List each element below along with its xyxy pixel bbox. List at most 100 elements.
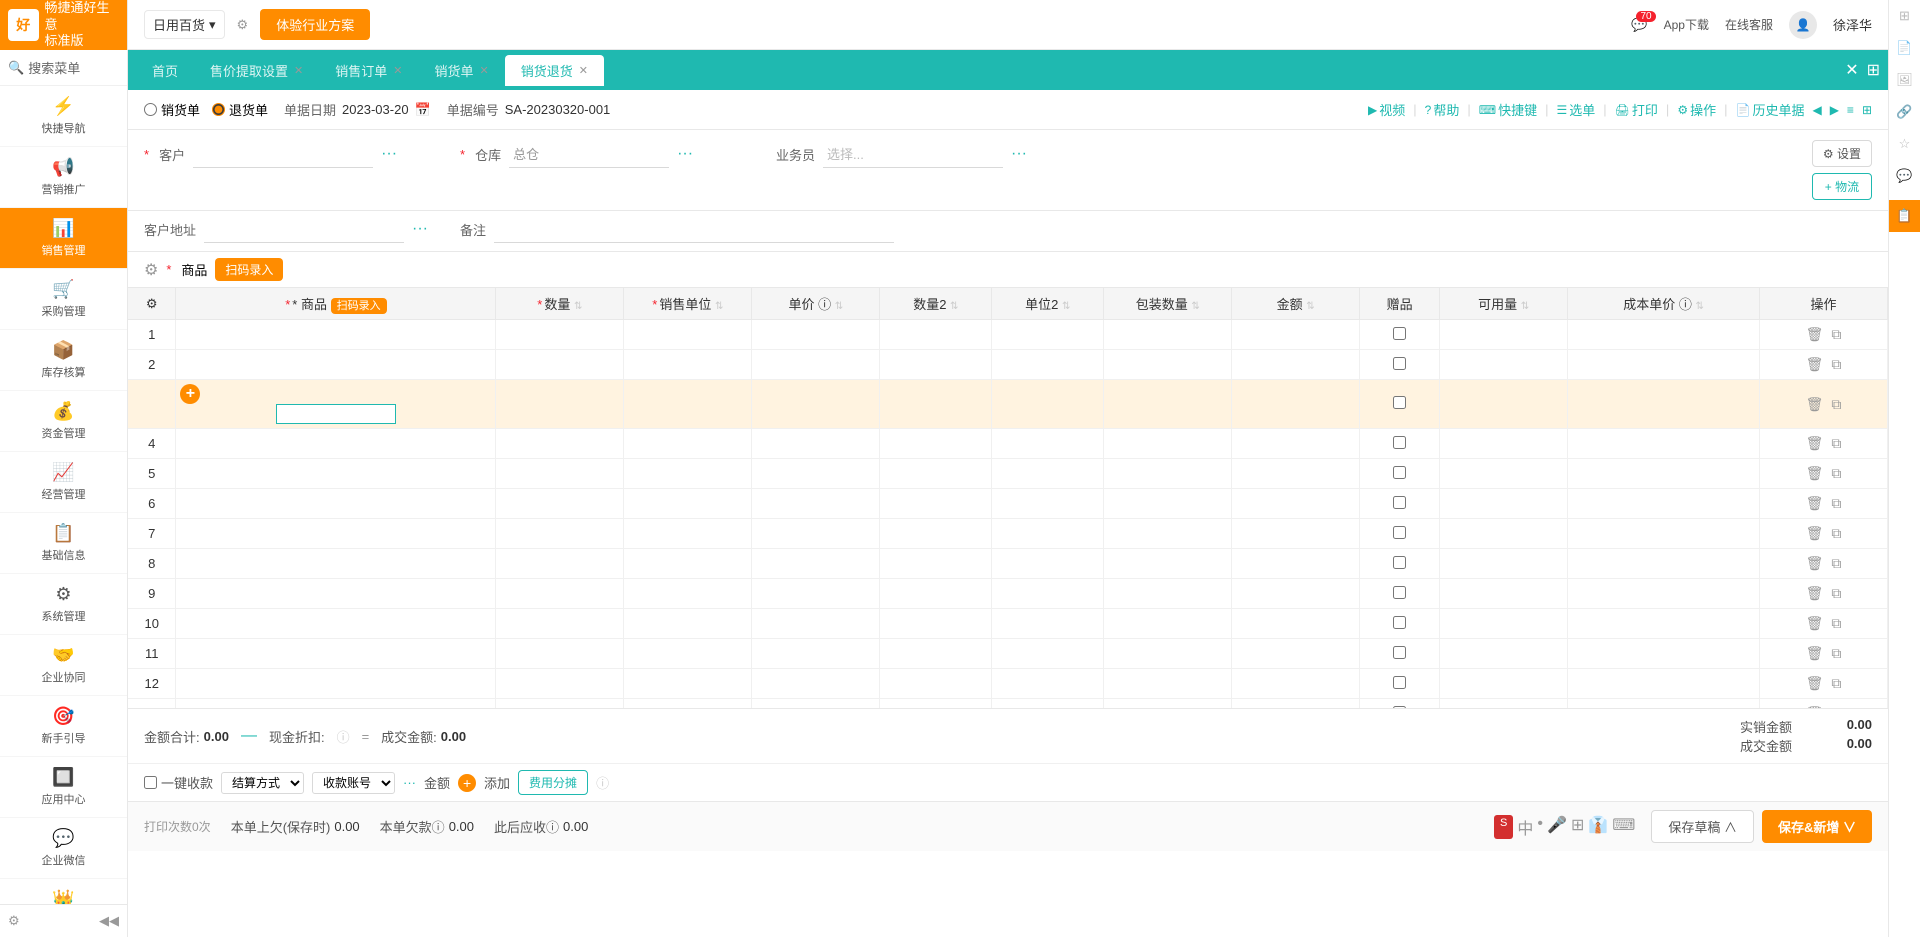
copy-row-6[interactable]: ⧉ <box>1831 495 1841 512</box>
packqty-cell-13[interactable] <box>1104 699 1232 709</box>
packqty-cell-4[interactable] <box>1104 429 1232 459</box>
available-cell-6[interactable] <box>1440 489 1568 519</box>
next-btn[interactable]: ▶ <box>1830 103 1839 117</box>
product-cell-6[interactable] <box>176 489 496 519</box>
one-click-payment[interactable]: 一键收款 <box>144 773 213 792</box>
calc-method-select[interactable]: 结算方式 <box>221 772 304 794</box>
price-cell-8[interactable] <box>752 549 880 579</box>
price-cell-5[interactable] <box>752 459 880 489</box>
price-cell-7[interactable] <box>752 519 880 549</box>
sidebar-search[interactable]: 🔍 搜索菜单 <box>0 50 127 86</box>
amount-cell-11[interactable] <box>1232 639 1360 669</box>
gift-cell-4[interactable] <box>1360 429 1440 459</box>
available-cell-12[interactable] <box>1440 669 1568 699</box>
qty-cell-4[interactable] <box>496 429 624 459</box>
unit2-cell-8[interactable] <box>992 549 1104 579</box>
product-cell-8[interactable] <box>176 549 496 579</box>
packqty-cell-8[interactable] <box>1104 549 1232 579</box>
shortcuts-link[interactable]: ⌨ 快捷键 <box>1479 100 1537 119</box>
amount-cell-12[interactable] <box>1232 669 1360 699</box>
gift-cell-8[interactable] <box>1360 549 1440 579</box>
sidebar-item-marketing[interactable]: 📢营销推广 <box>0 147 127 208</box>
unit2-cell-12[interactable] <box>992 669 1104 699</box>
qty-cell-1[interactable] <box>496 320 624 350</box>
unit2-cell-6[interactable] <box>992 489 1104 519</box>
salesperson-ellipsis-btn[interactable]: ··· <box>1011 145 1027 163</box>
settings-btn[interactable]: ⚙ 设置 <box>1812 140 1872 167</box>
sidebar-item-operations[interactable]: 📈经营管理 <box>0 452 127 513</box>
exp-btn[interactable]: 体验行业方案 <box>260 9 370 40</box>
delete-row-5[interactable]: 🗑 <box>1806 465 1824 482</box>
address-input[interactable] <box>204 215 404 243</box>
product-cell-1[interactable] <box>176 320 496 350</box>
copy-row-12[interactable]: ⧉ <box>1831 675 1841 692</box>
price-cell-2[interactable] <box>752 350 880 380</box>
salesperson-input[interactable]: 选择... <box>823 140 1003 168</box>
delete-row-12[interactable]: 🗑 <box>1806 675 1824 692</box>
logistics-btn[interactable]: + 物流 <box>1812 173 1872 200</box>
maximize-tab[interactable]: ⊞ <box>1867 60 1880 80</box>
account-select[interactable]: 收款账号 <box>312 772 395 794</box>
available-cell-10[interactable] <box>1440 609 1568 639</box>
copy-row-1[interactable]: ⧉ <box>1831 326 1841 343</box>
qty-cell-3[interactable] <box>496 380 624 429</box>
product-cell-5[interactable] <box>176 459 496 489</box>
cost-cell-4[interactable] <box>1568 429 1760 459</box>
qty-cell-7[interactable] <box>496 519 624 549</box>
qty2-cell-4[interactable] <box>880 429 992 459</box>
amount-cell-5[interactable] <box>1232 459 1360 489</box>
cost-cell-3[interactable] <box>1568 380 1760 429</box>
qty2-cell-2[interactable] <box>880 350 992 380</box>
copy-row-5[interactable]: ⧉ <box>1831 465 1841 482</box>
price-cell-10[interactable] <box>752 609 880 639</box>
table-settings-icon[interactable]: ⚙ <box>144 260 158 280</box>
qty-cell-12[interactable] <box>496 669 624 699</box>
view-list-btn[interactable]: ≡ <box>1847 103 1854 117</box>
gift-cell-7[interactable] <box>1360 519 1440 549</box>
copy-row-4[interactable]: ⧉ <box>1831 435 1841 452</box>
available-cell-4[interactable] <box>1440 429 1568 459</box>
sidebar-item-wechat[interactable]: 💬企业微信 <box>0 818 127 879</box>
qty-cell-9[interactable] <box>496 579 624 609</box>
available-cell-7[interactable] <box>1440 519 1568 549</box>
amount-cell-2[interactable] <box>1232 350 1360 380</box>
delete-row-2[interactable]: 🗑 <box>1806 356 1824 373</box>
tab-price-settings[interactable]: 售价提取设置 ✕ <box>194 55 319 86</box>
packqty-cell-1[interactable] <box>1104 320 1232 350</box>
unit-cell-9[interactable] <box>624 579 752 609</box>
product-cell-3[interactable]: + <box>176 380 496 429</box>
cost-cell-8[interactable] <box>1568 549 1760 579</box>
gift-cell-5[interactable] <box>1360 459 1440 489</box>
qty2-cell-12[interactable] <box>880 669 992 699</box>
history-link[interactable]: 📄 历史单据 <box>1735 100 1804 119</box>
packqty-cell-10[interactable] <box>1104 609 1232 639</box>
delete-row-8[interactable]: 🗑 <box>1806 555 1824 572</box>
gift-cell-12[interactable] <box>1360 669 1440 699</box>
product-cell-12[interactable] <box>176 669 496 699</box>
cost-cell-13[interactable] <box>1568 699 1760 709</box>
qty-cell-5[interactable] <box>496 459 624 489</box>
rp-icon-5[interactable]: ☆ <box>1899 136 1911 152</box>
copy-row-11[interactable]: ⧉ <box>1831 645 1841 662</box>
gift-cell-13[interactable] <box>1360 699 1440 709</box>
available-cell-5[interactable] <box>1440 459 1568 489</box>
calendar-icon[interactable]: 📅 <box>415 102 431 118</box>
industry-dropdown[interactable]: 日用百货 ▾ <box>144 10 225 39</box>
unit2-cell-2[interactable] <box>992 350 1104 380</box>
unit2-cell-9[interactable] <box>992 579 1104 609</box>
qty-cell-6[interactable] <box>496 489 624 519</box>
price-cell-1[interactable] <box>752 320 880 350</box>
product-cell-10[interactable] <box>176 609 496 639</box>
online-service-link[interactable]: 在线客服 <box>1725 16 1773 33</box>
fee-split-btn[interactable]: 费用分摊 <box>518 770 588 795</box>
unit-cell-12[interactable] <box>624 669 752 699</box>
cost-cell-2[interactable] <box>1568 350 1760 380</box>
qty-cell-2[interactable] <box>496 350 624 380</box>
rp-icon-active[interactable]: 📋 <box>1889 200 1920 232</box>
copy-row-8[interactable]: ⧉ <box>1831 555 1841 572</box>
unit2-cell-5[interactable] <box>992 459 1104 489</box>
sidebar-item-finance[interactable]: 💰资金管理 <box>0 391 127 452</box>
delete-row-9[interactable]: 🗑 <box>1806 585 1824 602</box>
app-download-link[interactable]: App下载 <box>1664 16 1709 33</box>
delete-row-3[interactable]: 🗑 <box>1806 396 1824 413</box>
